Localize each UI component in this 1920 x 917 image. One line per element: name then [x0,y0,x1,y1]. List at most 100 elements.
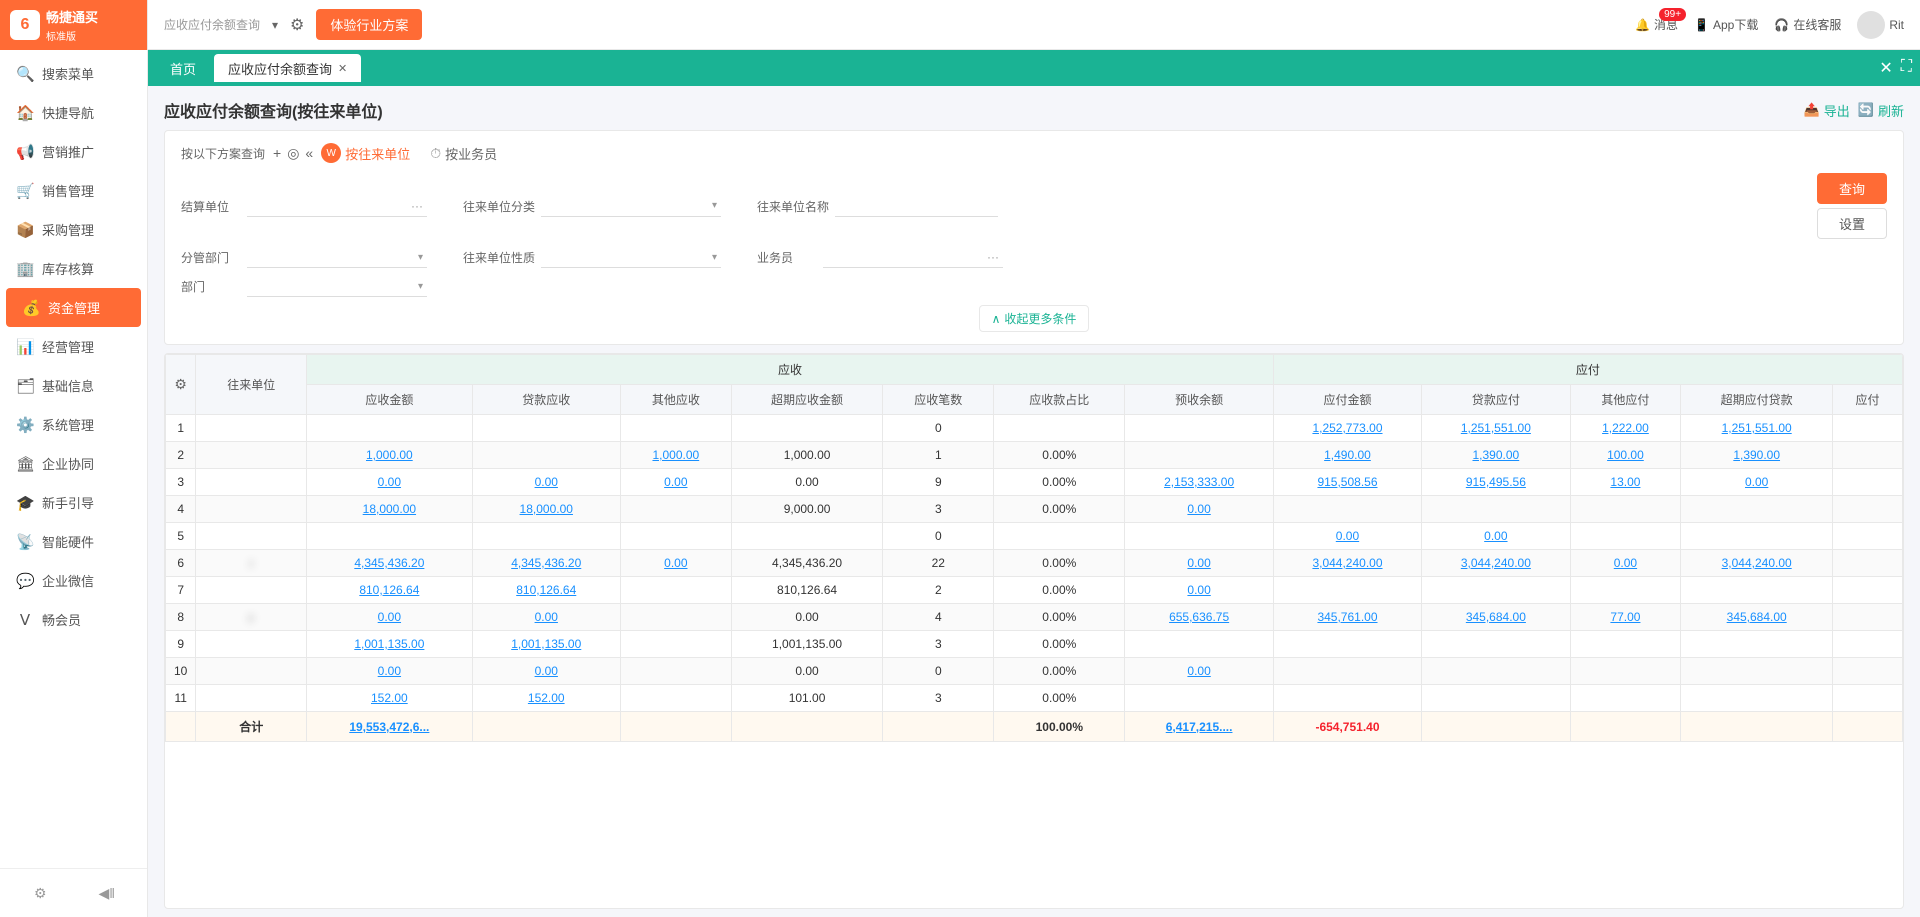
table-cell[interactable]: 810,126.64 [307,577,472,604]
dept-manager-select[interactable]: ▾ [247,247,427,268]
table-cell[interactable] [1570,658,1681,685]
table-cell[interactable] [1570,523,1681,550]
table-cell[interactable]: 1,490.00 [1273,442,1421,469]
table-cell[interactable]: 0.00 [307,469,472,496]
sidebar-item-operation[interactable]: 📊 经营管理 [0,327,147,366]
table-cell[interactable] [620,604,731,631]
sidebar-item-hardware[interactable]: 📡 智能硬件 [0,522,147,561]
table-cell[interactable]: 1,222.00 [1570,415,1681,442]
table-cell[interactable]: 1,251,551.00 [1422,415,1570,442]
table-cell[interactable] [1422,631,1570,658]
table-cell[interactable]: 18,000.00 [307,496,472,523]
table-cell[interactable]: 0.00 [472,658,620,685]
table-cell[interactable] [1681,631,1833,658]
table-cell[interactable]: 0.00 [620,550,731,577]
table-cell[interactable] [472,415,620,442]
table-cell[interactable]: 810,126.64 [472,577,620,604]
sidebar-item-shortcut[interactable]: 🏠 快捷导航 [0,93,147,132]
table-cell[interactable]: 915,495.56 [1422,469,1570,496]
partner-nature-select[interactable]: ▾ [541,247,721,268]
table-cell[interactable] [1833,550,1903,577]
table-cell[interactable]: 100.00 [1570,442,1681,469]
table-cell[interactable]: 655,636.75 [1125,604,1273,631]
sidebar-item-search[interactable]: 🔍 搜索菜单 [0,54,147,93]
table-cell[interactable] [620,658,731,685]
table-cell[interactable]: 0.00 [1570,550,1681,577]
tab-araplookup[interactable]: 应收应付余额查询 ✕ [214,54,361,82]
tab-home[interactable]: 首页 [156,54,210,82]
table-cell[interactable] [1422,577,1570,604]
table-cell[interactable]: 0.00 [1125,496,1273,523]
salesperson-input[interactable]: ··· [823,247,1003,268]
partner-name-input[interactable] [835,196,998,217]
table-cell[interactable]: 2,153,333.00 [1125,469,1273,496]
sidebar-item-guide[interactable]: 🎓 新手引导 [0,483,147,522]
table-cell[interactable]: 0.00 [472,469,620,496]
table-cell[interactable]: 1,252,773.00 [1273,415,1421,442]
sidebar-item-purchase[interactable]: 📦 采购管理 [0,210,147,249]
table-cell[interactable] [1681,496,1833,523]
table-cell[interactable] [1833,685,1903,712]
table-cell[interactable] [1833,658,1903,685]
dots-icon[interactable]: ··· [411,199,423,213]
table-cell[interactable] [472,442,620,469]
dept-select[interactable]: ▾ [247,276,427,297]
table-cell[interactable] [1833,577,1903,604]
table-cell[interactable]: 0.00 [1273,523,1421,550]
table-cell[interactable]: 0.00 [307,604,472,631]
table-cell[interactable] [1570,577,1681,604]
table-cell[interactable] [1833,604,1903,631]
sidebar-item-finance[interactable]: 💰 资金管理 [6,288,141,327]
table-cell[interactable] [1833,631,1903,658]
table-cell[interactable]: 915,508.56 [1273,469,1421,496]
table-cell[interactable]: 13.00 [1570,469,1681,496]
scheme-salesperson[interactable]: ⏱ 按业务员 [430,144,497,163]
partner-category-select[interactable]: ▾ [541,196,721,217]
table-cell[interactable]: 1,001,135.00 [472,631,620,658]
tab-maximize-icon[interactable]: ⛶ [1901,58,1912,78]
table-cell[interactable]: 1,000.00 [620,442,731,469]
table-cell[interactable] [1273,685,1421,712]
table-cell[interactable] [620,415,731,442]
table-cell[interactable] [307,415,472,442]
table-cell[interactable] [472,523,620,550]
table-cell[interactable]: 1,251,551.00 [1681,415,1833,442]
table-cell[interactable] [1125,685,1273,712]
table-cell[interactable]: 0.00 [1681,469,1833,496]
dots-icon2[interactable]: ··· [987,250,999,264]
table-cell[interactable]: 3,044,240.00 [1273,550,1421,577]
sidebar-item-marketing[interactable]: 📢 营销推广 [0,132,147,171]
table-cell[interactable]: 3,044,240.00 [1422,550,1570,577]
sidebar-item-basic[interactable]: 🗂 基础信息 [0,366,147,405]
table-cell[interactable] [1422,658,1570,685]
table-cell[interactable] [1681,523,1833,550]
table-cell[interactable]: 152.00 [307,685,472,712]
tab-close-icon[interactable]: ✕ [338,62,347,75]
table-cell[interactable] [1833,496,1903,523]
table-cell[interactable]: 0.00 [472,604,620,631]
table-cell[interactable]: 1,001,135.00 [307,631,472,658]
table-cell[interactable] [1125,415,1273,442]
table-cell[interactable] [1833,442,1903,469]
table-cell[interactable] [1273,658,1421,685]
table-cell[interactable]: 0.00 [1125,658,1273,685]
breadcrumb-dropdown[interactable]: ▾ [272,18,278,32]
table-cell[interactable]: 0.00 [1125,577,1273,604]
table-cell[interactable] [1273,631,1421,658]
sidebar-item-wechat[interactable]: 💬 企业微信 [0,561,147,600]
tab-close-window-icon[interactable]: ✕ [1879,58,1892,78]
table-cell[interactable] [1273,496,1421,523]
table-cell[interactable] [620,496,731,523]
table-cell[interactable]: 0.00 [307,658,472,685]
export-button[interactable]: 📤 导出 [1804,101,1850,120]
sidebar-item-member[interactable]: Ⅴ 畅会员 [0,600,147,639]
promo-button[interactable]: 体验行业方案 [316,9,422,40]
table-cell[interactable] [1833,469,1903,496]
sidebar-item-sales[interactable]: 🛒 销售管理 [0,171,147,210]
sidebar-collapse-button[interactable]: ◀‖ [77,879,138,907]
table-cell[interactable] [620,685,731,712]
sidebar-item-enterprise[interactable]: 🏛 企业协同 [0,444,147,483]
table-cell[interactable]: 1,000.00 [307,442,472,469]
refresh-button[interactable]: 🔄 刷新 [1858,101,1904,120]
table-gear-icon[interactable]: ⚙ [174,376,187,392]
